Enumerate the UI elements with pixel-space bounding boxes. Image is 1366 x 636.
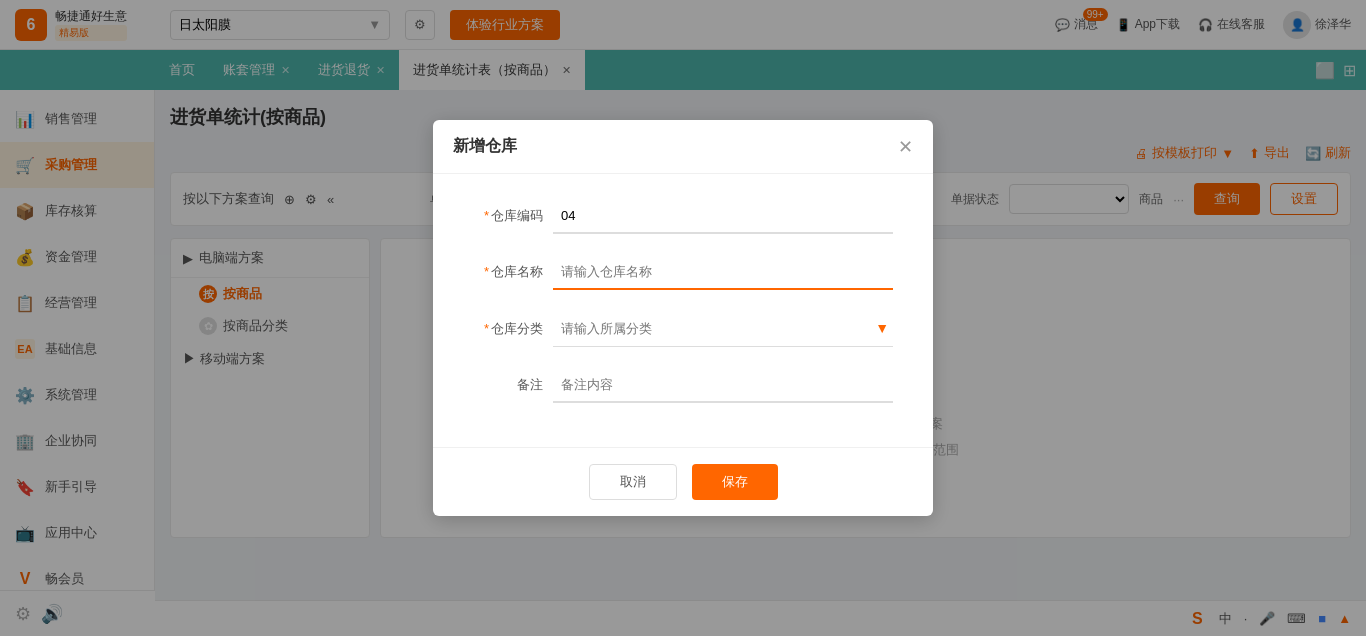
warehouse-category-select-wrap: ▼: [553, 310, 893, 347]
warehouse-remark-label: 备注: [473, 376, 553, 394]
dialog-body: 仓库编码 仓库名称 仓库分类 ▼ 备注: [433, 174, 933, 447]
dialog-header: 新增仓库 ✕: [433, 120, 933, 174]
dialog-title: 新增仓库: [453, 136, 517, 157]
warehouse-category-input[interactable]: [553, 310, 875, 346]
warehouse-name-label: 仓库名称: [473, 263, 553, 281]
warehouse-code-label: 仓库编码: [473, 207, 553, 225]
warehouse-category-label: 仓库分类: [473, 320, 553, 338]
new-warehouse-dialog: 新增仓库 ✕ 仓库编码 仓库名称 仓库分类 ▼: [433, 120, 933, 516]
dialog-footer: 取消 保存: [433, 447, 933, 516]
warehouse-name-row: 仓库名称: [473, 254, 893, 290]
warehouse-code-input[interactable]: [553, 198, 893, 234]
category-dropdown-icon[interactable]: ▼: [875, 320, 893, 336]
save-button[interactable]: 保存: [692, 464, 778, 500]
cancel-button[interactable]: 取消: [589, 464, 677, 500]
warehouse-remark-input[interactable]: [553, 367, 893, 403]
warehouse-remark-row: 备注: [473, 367, 893, 403]
warehouse-category-row: 仓库分类 ▼: [473, 310, 893, 347]
dialog-overlay: 新增仓库 ✕ 仓库编码 仓库名称 仓库分类 ▼: [0, 0, 1366, 636]
dialog-close-button[interactable]: ✕: [898, 138, 913, 156]
warehouse-code-row: 仓库编码: [473, 198, 893, 234]
warehouse-name-input[interactable]: [553, 254, 893, 290]
